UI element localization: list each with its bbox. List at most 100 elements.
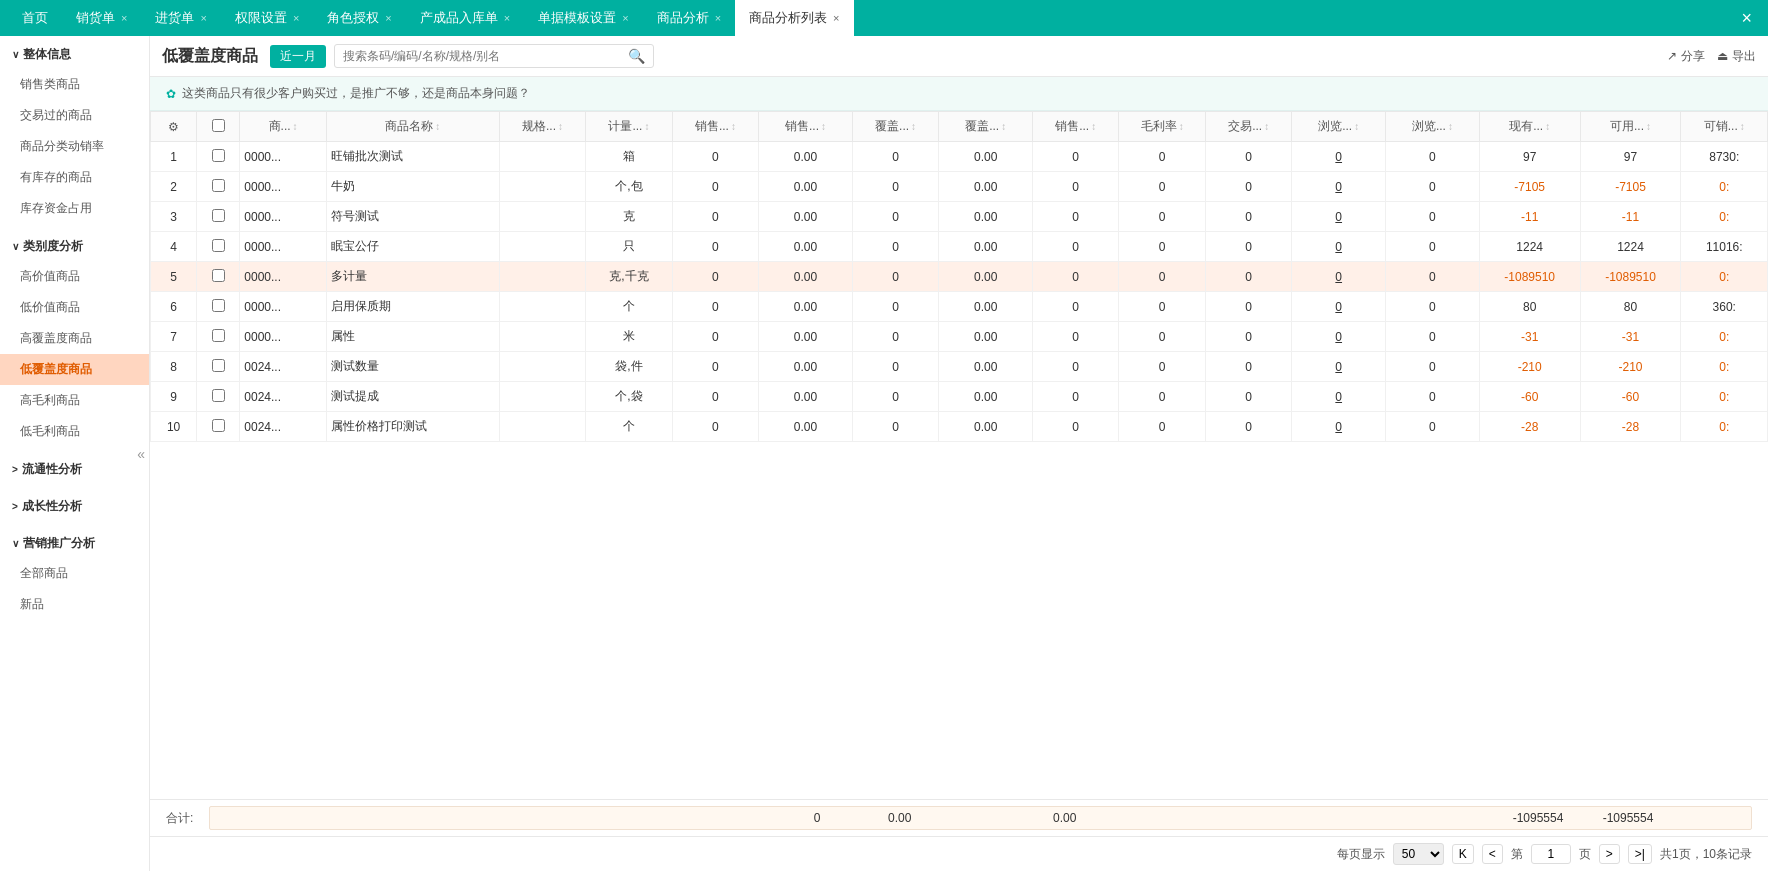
- nav-purchase-order[interactable]: 进货单 ×: [141, 0, 220, 36]
- cell-checkbox[interactable]: [197, 232, 240, 262]
- col-unit[interactable]: 计量...↕: [586, 112, 672, 142]
- close-icon[interactable]: ×: [200, 12, 206, 24]
- sidebar-item-stock-goods[interactable]: 有库存的商品: [0, 162, 149, 193]
- nav-product-analysis[interactable]: 商品分析 ×: [643, 0, 735, 36]
- sidebar-item-traded-goods[interactable]: 交易过的商品: [0, 100, 149, 131]
- select-all-checkbox[interactable]: [212, 119, 225, 132]
- cell-checkbox[interactable]: [197, 322, 240, 352]
- row-checkbox[interactable]: [212, 269, 225, 282]
- nav-template-setting[interactable]: 单据模板设置 ×: [524, 0, 642, 36]
- sidebar-item-low-margin[interactable]: 低毛利商品: [0, 416, 149, 447]
- row-checkbox[interactable]: [212, 209, 225, 222]
- row-checkbox[interactable]: [212, 359, 225, 372]
- page-number-input[interactable]: [1531, 844, 1571, 864]
- row-checkbox[interactable]: [212, 299, 225, 312]
- sidebar-item-low-coverage[interactable]: 低覆盖度商品: [0, 354, 149, 385]
- first-page-button[interactable]: K: [1452, 844, 1474, 864]
- col-cov-qty[interactable]: 覆盖...↕: [852, 112, 938, 142]
- col-avail[interactable]: 可用...↕: [1580, 112, 1681, 142]
- close-icon[interactable]: ×: [622, 12, 628, 24]
- filter-period-button[interactable]: 近一月: [270, 45, 326, 68]
- cell-checkbox[interactable]: [197, 412, 240, 442]
- col-spec[interactable]: 规格...↕: [499, 112, 585, 142]
- col-current[interactable]: 现有...↕: [1479, 112, 1580, 142]
- cell-browse1[interactable]: 0: [1292, 172, 1386, 202]
- last-page-button[interactable]: >|: [1628, 844, 1652, 864]
- row-checkbox[interactable]: [212, 329, 225, 342]
- col-sales-qty[interactable]: 销售...↕: [672, 112, 758, 142]
- cell-browse1[interactable]: 0: [1292, 202, 1386, 232]
- sidebar-item-low-value[interactable]: 低价值商品: [0, 292, 149, 323]
- cell-checkbox[interactable]: [197, 292, 240, 322]
- sidebar-item-new-goods[interactable]: 新品: [0, 589, 149, 620]
- sidebar-item-high-value[interactable]: 高价值商品: [0, 261, 149, 292]
- cell-browse1[interactable]: 0: [1292, 382, 1386, 412]
- sidebar-group-marketing[interactable]: ∨ 营销推广分析: [0, 529, 149, 558]
- cell-checkbox[interactable]: [197, 172, 240, 202]
- sidebar-group-overall[interactable]: ∨ 整体信息: [0, 40, 149, 69]
- sidebar-group-growth[interactable]: > 成长性分析: [0, 492, 149, 521]
- cell-cov-qty: 0: [852, 262, 938, 292]
- cell-checkbox[interactable]: [197, 202, 240, 232]
- cell-trade: 0: [1205, 322, 1291, 352]
- next-page-button[interactable]: >: [1599, 844, 1620, 864]
- sidebar-item-high-margin[interactable]: 高毛利商品: [0, 385, 149, 416]
- nav-product-analysis-list[interactable]: 商品分析列表 ×: [735, 0, 853, 36]
- sidebar-collapse-button[interactable]: «: [133, 442, 149, 466]
- export-button[interactable]: ⏏ 导出: [1717, 48, 1756, 65]
- row-checkbox[interactable]: [212, 239, 225, 252]
- col-code[interactable]: 商...↕: [240, 112, 326, 142]
- col-cov-rate[interactable]: 覆盖...↕: [939, 112, 1033, 142]
- close-icon[interactable]: ×: [504, 12, 510, 24]
- col-browse2[interactable]: 浏览...↕: [1386, 112, 1480, 142]
- sidebar-group-category[interactable]: ∨ 类别度分析: [0, 232, 149, 261]
- close-icon[interactable]: ×: [293, 12, 299, 24]
- sidebar-item-sales-goods[interactable]: 销售类商品: [0, 69, 149, 100]
- nav-permission[interactable]: 权限设置 ×: [221, 0, 313, 36]
- col-gross-rate[interactable]: 毛利率↕: [1119, 112, 1205, 142]
- cell-browse1[interactable]: 0: [1292, 352, 1386, 382]
- share-button[interactable]: ↗ 分享: [1667, 48, 1705, 65]
- prev-page-button[interactable]: <: [1482, 844, 1503, 864]
- close-icon[interactable]: ×: [385, 12, 391, 24]
- col-name[interactable]: 商品名称↕: [326, 112, 499, 142]
- cell-browse1[interactable]: 0: [1292, 262, 1386, 292]
- nav-home[interactable]: 首页: [8, 0, 62, 36]
- window-close-button[interactable]: ×: [1733, 8, 1760, 29]
- cell-gross-rate: 0: [1119, 412, 1205, 442]
- cell-checkbox[interactable]: [197, 262, 240, 292]
- sidebar-item-high-coverage[interactable]: 高覆盖度商品: [0, 323, 149, 354]
- cell-browse1[interactable]: 0: [1292, 142, 1386, 172]
- nav-sales-order[interactable]: 销货单 ×: [62, 0, 141, 36]
- nav-product-inbound[interactable]: 产成品入库单 ×: [406, 0, 524, 36]
- sidebar-item-all-goods[interactable]: 全部商品: [0, 558, 149, 589]
- sidebar-item-category-rate[interactable]: 商品分类动销率: [0, 131, 149, 162]
- cell-checkbox[interactable]: [197, 352, 240, 382]
- cell-browse1[interactable]: 0: [1292, 412, 1386, 442]
- close-icon[interactable]: ×: [715, 12, 721, 24]
- nav-role-auth[interactable]: 角色授权 ×: [313, 0, 405, 36]
- cell-browse1[interactable]: 0: [1292, 232, 1386, 262]
- row-checkbox[interactable]: [212, 149, 225, 162]
- page-size-select[interactable]: 50 100 200: [1393, 843, 1444, 865]
- close-icon[interactable]: ×: [121, 12, 127, 24]
- col-settings[interactable]: ⚙: [151, 112, 197, 142]
- cell-checkbox[interactable]: [197, 142, 240, 172]
- sidebar-item-stock-capital[interactable]: 库存资金占用: [0, 193, 149, 224]
- col-saleable[interactable]: 可销...↕: [1681, 112, 1768, 142]
- close-icon[interactable]: ×: [833, 12, 839, 24]
- row-checkbox[interactable]: [212, 389, 225, 402]
- cell-checkbox[interactable]: [197, 382, 240, 412]
- col-trade[interactable]: 交易...↕: [1205, 112, 1291, 142]
- col-browse1[interactable]: 浏览...↕: [1292, 112, 1386, 142]
- row-checkbox[interactable]: [212, 179, 225, 192]
- cell-browse1[interactable]: 0: [1292, 322, 1386, 352]
- col-checkbox[interactable]: [197, 112, 240, 142]
- col-sales-amt[interactable]: 销售...↕: [759, 112, 853, 142]
- search-input[interactable]: [343, 49, 628, 63]
- sidebar-group-circulation[interactable]: > 流通性分析: [0, 455, 149, 484]
- row-checkbox[interactable]: [212, 419, 225, 432]
- cell-browse1[interactable]: 0: [1292, 292, 1386, 322]
- table-container[interactable]: ⚙ 商...↕ 商品名称↕ 规格...↕ 计量...↕ 销售...↕ 销售...…: [150, 111, 1768, 799]
- col-sales-count[interactable]: 销售...↕: [1032, 112, 1118, 142]
